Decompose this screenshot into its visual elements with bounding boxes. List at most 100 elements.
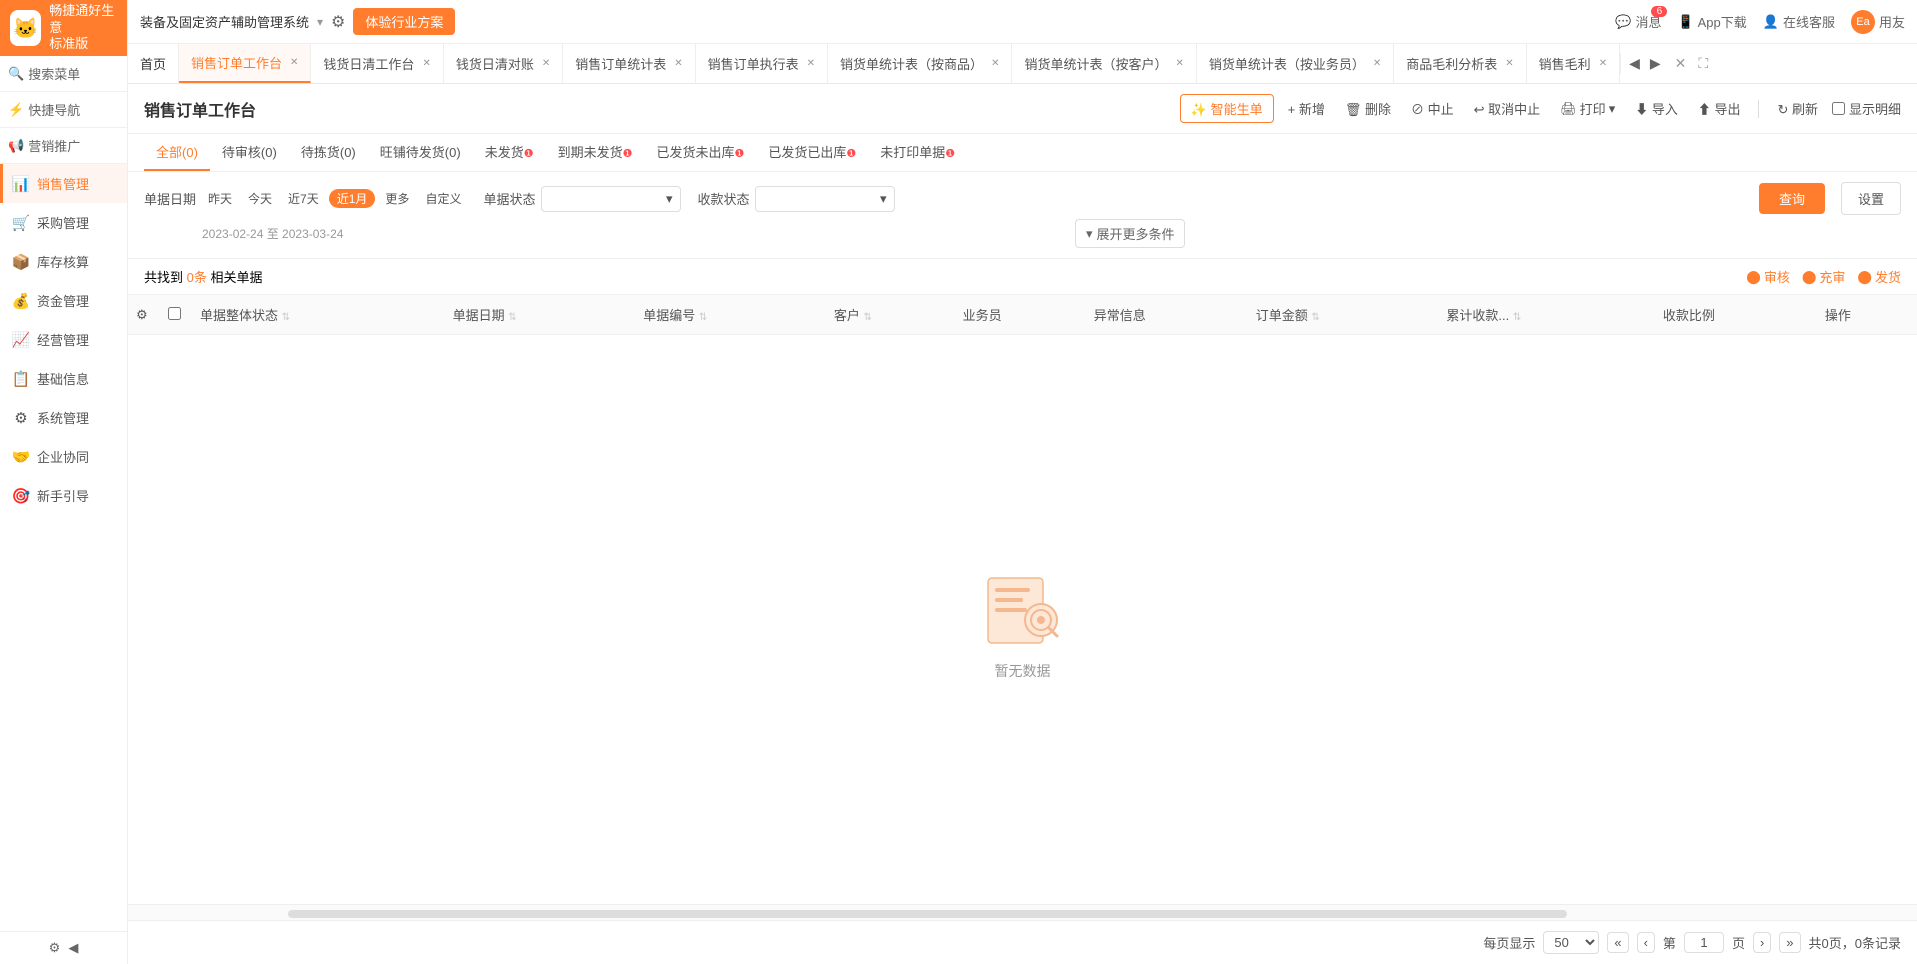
experience-button[interactable]: 体验行业方案	[353, 8, 455, 35]
tab-sales-exec[interactable]: 销售订单执行表 ✕	[696, 44, 828, 83]
sidebar-item-newbie[interactable]: 🎯 新手引导	[0, 476, 127, 515]
tab-sales-stats[interactable]: 销售订单统计表 ✕	[563, 44, 695, 83]
pagination-first-btn[interactable]: «	[1607, 932, 1628, 953]
service-icon: 👤	[1763, 14, 1779, 30]
tab-expand-btn[interactable]: ⛶	[1692, 55, 1714, 72]
tab-stats-staff[interactable]: 销货单统计表（按业务员） ✕	[1197, 44, 1394, 83]
col-customer[interactable]: 客户 ⇅	[826, 295, 955, 335]
reject-button[interactable]: ⬤ 充审	[1802, 267, 1846, 286]
tab-close-cash-daily[interactable]: ✕	[422, 58, 430, 69]
pagination-prev-btn[interactable]: ‹	[1637, 932, 1655, 953]
tab-close-sales-workbench[interactable]: ✕	[290, 57, 298, 68]
horizontal-scrollbar[interactable]	[288, 910, 1567, 918]
expand-icon[interactable]: ▾	[317, 15, 323, 29]
filter-tab-expired[interactable]: 到期未发货❶	[546, 134, 645, 171]
tab-cash-daily[interactable]: 钱货日清工作台 ✕	[311, 44, 443, 83]
sidebar-item-finance[interactable]: 💰 资金管理	[0, 281, 127, 320]
tab-prev-btn[interactable]: ◀	[1625, 53, 1644, 74]
col-staff: 业务员	[955, 295, 1086, 335]
expand-conditions-button[interactable]: ▾ 展开更多条件	[1075, 219, 1186, 248]
suspend-button[interactable]: ⊘ 中止	[1405, 95, 1460, 122]
date-more[interactable]: 更多	[379, 188, 415, 209]
cancel-suspend-button[interactable]: ↩ 取消中止	[1468, 95, 1547, 122]
smart-generate-button[interactable]: ✨ 智能生单	[1180, 94, 1274, 123]
set-button[interactable]: 设置	[1841, 182, 1901, 215]
sidebar-marketing[interactable]: 📢 营销推广	[0, 128, 127, 164]
query-button[interactable]: 查询	[1759, 183, 1825, 214]
import-button[interactable]: ⬇ 导入	[1629, 95, 1684, 122]
app-download-item[interactable]: 📱 App下载	[1677, 12, 1746, 31]
filter-tab-wangpu[interactable]: 旺铺待发货(0)	[368, 134, 473, 171]
col-amount[interactable]: 订单金额 ⇅	[1248, 295, 1439, 335]
col-check[interactable]	[160, 295, 192, 335]
tab-sales-gross[interactable]: 销售毛利 ✕	[1527, 44, 1620, 83]
sidebar-item-system[interactable]: ⚙ 系统管理	[0, 398, 127, 437]
delete-button[interactable]: 🗑 删除	[1339, 95, 1397, 122]
col-status[interactable]: 单据整体状态 ⇅	[192, 295, 445, 335]
message-icon-item[interactable]: 💬 消息 6	[1615, 12, 1661, 31]
col-number[interactable]: 单据编号 ⇅	[635, 295, 826, 335]
filter-tab-shipped-out[interactable]: 已发货已出库❶	[756, 134, 868, 171]
filter-tab-all[interactable]: 全部(0)	[144, 134, 210, 171]
settings-bottom-icon[interactable]: ⚙	[49, 940, 61, 956]
filter-date-item: 单据日期 昨天 今天 近7天 近1月 更多 自定义	[144, 188, 467, 209]
tab-close-sales-gross[interactable]: ✕	[1599, 58, 1607, 69]
status-select[interactable]: ▾	[541, 186, 681, 212]
show-detail-checkbox[interactable]: 显示明细	[1832, 99, 1901, 118]
date-options: 昨天 今天 近7天 近1月 更多 自定义	[202, 188, 467, 209]
date-yesterday[interactable]: 昨天	[202, 188, 238, 209]
page-input[interactable]	[1684, 932, 1724, 953]
tab-stats-product[interactable]: 销货单统计表（按商品） ✕	[828, 44, 1012, 83]
tab-next-btn[interactable]: ▶	[1646, 53, 1665, 74]
tab-close-all-btn[interactable]: ✕	[1669, 55, 1693, 72]
filter-tab-not-printed[interactable]: 未打印单据❶	[868, 134, 967, 171]
tab-close-sales-exec[interactable]: ✕	[807, 58, 815, 69]
tab-close-stats-staff[interactable]: ✕	[1373, 58, 1381, 69]
filter-tab-not-shipped[interactable]: 未发货❶	[473, 134, 546, 171]
refresh-button[interactable]: ↻ 刷新	[1771, 95, 1824, 122]
date-1month[interactable]: 近1月	[329, 189, 376, 208]
ship-button[interactable]: ⬤ 发货	[1857, 267, 1901, 286]
approve-button[interactable]: ⬤ 审核	[1746, 267, 1790, 286]
date-7days[interactable]: 近7天	[282, 188, 325, 209]
select-all-checkbox[interactable]	[168, 307, 181, 320]
sidebar-item-inventory[interactable]: 📦 库存核算	[0, 242, 127, 281]
col-settings[interactable]: ⚙	[128, 295, 160, 335]
sidebar-item-cooperation[interactable]: 🤝 企业协同	[0, 437, 127, 476]
sidebar-item-purchase[interactable]: 🛒 采购管理	[0, 203, 127, 242]
filter-tab-shipped-not-out[interactable]: 已发货未出库❶	[644, 134, 756, 171]
per-page-select[interactable]: 10 20 50 100	[1543, 931, 1599, 954]
show-detail-input[interactable]	[1832, 102, 1845, 115]
filter-tab-pending-pickup[interactable]: 待拣货(0)	[289, 134, 368, 171]
col-date[interactable]: 单据日期 ⇅	[445, 295, 636, 335]
collapse-icon[interactable]: ◀	[68, 940, 78, 956]
pagination-next-btn[interactable]: ›	[1753, 932, 1771, 953]
tab-close-stats-product[interactable]: ✕	[991, 58, 999, 69]
tab-close-cash-reconcile[interactable]: ✕	[542, 58, 550, 69]
settings-icon[interactable]: ⚙	[331, 12, 345, 32]
col-collected[interactable]: 累计收款... ⇅	[1438, 295, 1654, 335]
export-button[interactable]: ⬆ 导出	[1692, 95, 1747, 122]
tab-close-sales-stats[interactable]: ✕	[674, 58, 682, 69]
tab-stats-customer[interactable]: 销货单统计表（按客户） ✕	[1012, 44, 1196, 83]
tab-close-profit[interactable]: ✕	[1505, 58, 1513, 69]
sidebar-quick-nav[interactable]: ⚡ 快捷导航	[0, 92, 127, 128]
tab-home[interactable]: 首页	[128, 44, 179, 83]
user-item[interactable]: Ea 用友	[1851, 10, 1905, 34]
tab-close-stats-customer[interactable]: ✕	[1175, 58, 1183, 69]
sidebar-item-sales[interactable]: 📊 销售管理	[0, 164, 127, 203]
add-button[interactable]: + 新增	[1282, 95, 1331, 122]
online-service-item[interactable]: 👤 在线客服	[1763, 12, 1835, 31]
tab-sales-workbench[interactable]: 销售订单工作台 ✕	[179, 44, 311, 83]
sidebar-item-basicinfo[interactable]: 📋 基础信息	[0, 359, 127, 398]
pagination-last-btn[interactable]: »	[1779, 932, 1800, 953]
filter-tab-pending-review[interactable]: 待审核(0)	[210, 134, 289, 171]
sidebar-search[interactable]: 🔍 搜索菜单	[0, 56, 127, 92]
tab-profit[interactable]: 商品毛利分析表 ✕	[1394, 44, 1526, 83]
tab-cash-reconcile[interactable]: 钱货日清对账 ✕	[444, 44, 563, 83]
payment-select[interactable]: ▾	[755, 186, 895, 212]
date-today[interactable]: 今天	[242, 188, 278, 209]
sidebar-item-operation[interactable]: 📈 经营管理	[0, 320, 127, 359]
print-button[interactable]: 🖨 打印 ▾	[1554, 95, 1621, 122]
date-custom[interactable]: 自定义	[419, 188, 467, 209]
